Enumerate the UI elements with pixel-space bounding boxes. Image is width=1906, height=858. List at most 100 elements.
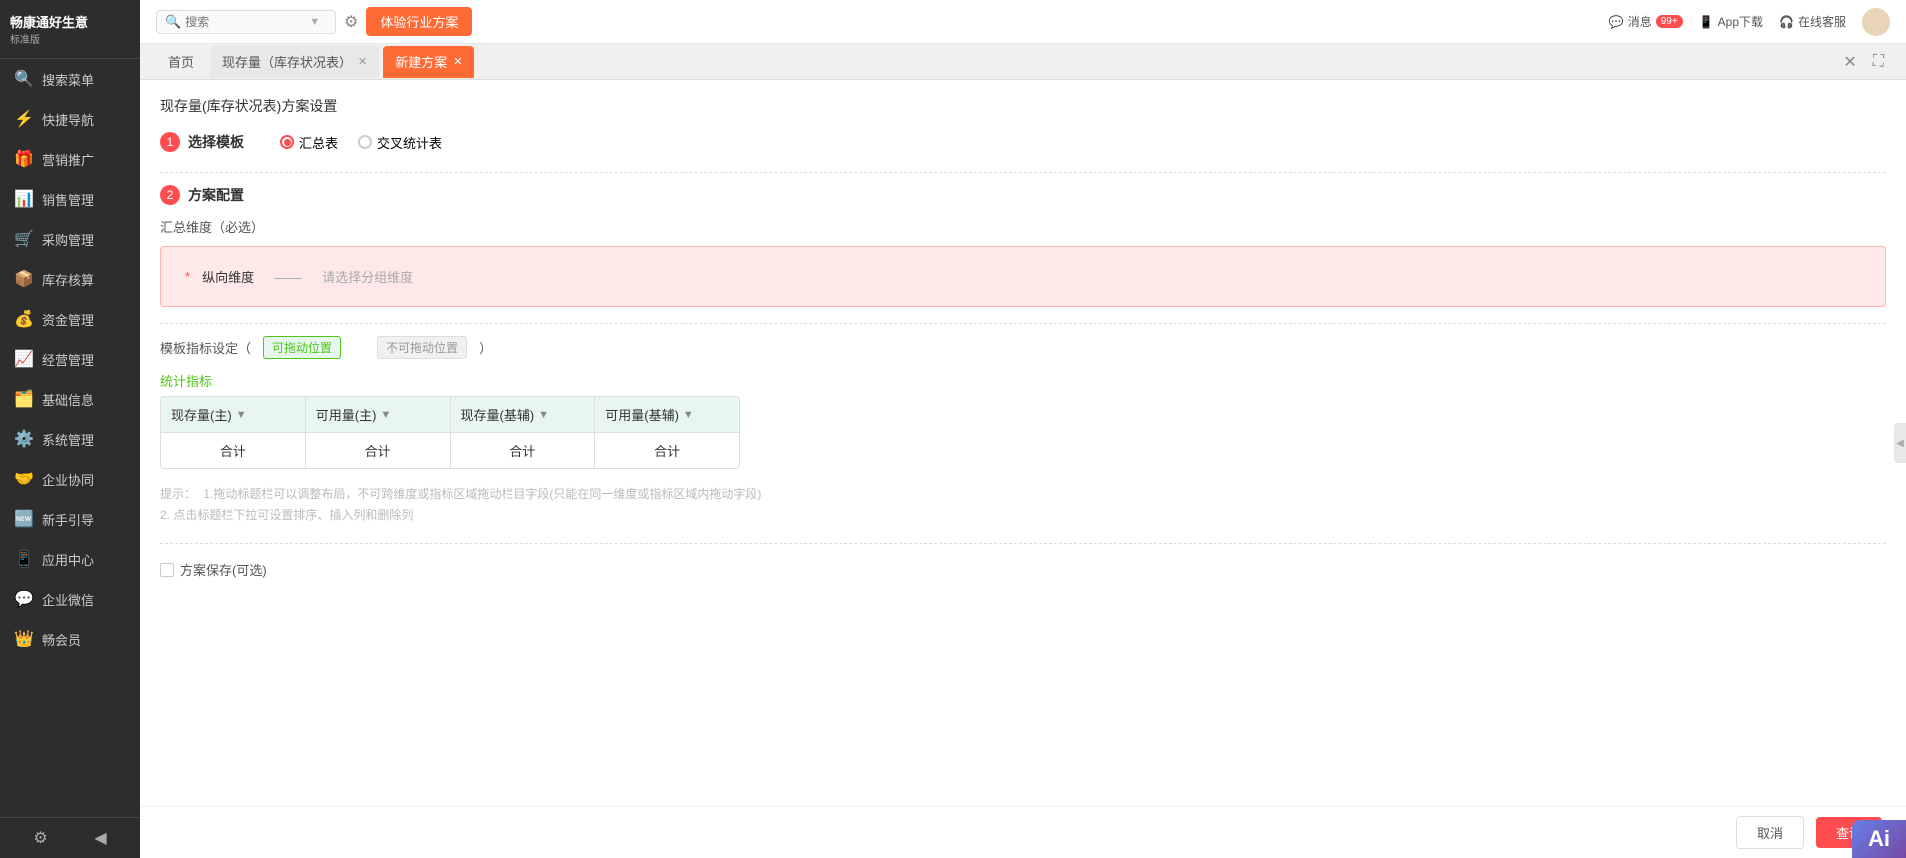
radio-summary-dot (280, 135, 294, 149)
sidebar-item-finance[interactable]: 💰 资金管理 (0, 299, 140, 339)
sidebar-item-label: 库存核算 (42, 270, 94, 289)
page-title: 现存量(库存状况表)方案设置 (160, 96, 1886, 116)
tab-bar: 首页 现存量（库存状况表） ✕ 新建方案 ✕ ✕ ⛶ (140, 44, 1906, 80)
window-expand-btn[interactable]: ⛶ (1867, 53, 1890, 71)
step1-label: 选择模板 (188, 132, 244, 152)
settings-icon[interactable]: ⚙ (344, 12, 358, 32)
sidebar-item-purchase[interactable]: 🛒 采购管理 (0, 219, 140, 259)
industry-btn[interactable]: 体验行业方案 (366, 7, 472, 36)
user-avatar[interactable] (1862, 8, 1890, 36)
radio-summary[interactable]: 汇总表 (280, 133, 338, 152)
stats-title: 统计指标 (160, 371, 1886, 390)
dimension-area[interactable]: * 纵向维度 —— 请选择分组维度 (160, 246, 1886, 307)
step1-header: 1 选择模板 汇总表 交叉统计表 (160, 132, 1886, 152)
chevron-down-icon-0[interactable]: ▼ (236, 409, 247, 421)
message-btn[interactable]: 💬 消息 99+ (1609, 13, 1683, 30)
radio-cross[interactable]: 交叉统计表 (358, 133, 442, 152)
sidebar-item-search[interactable]: 🔍 搜索菜单 (0, 59, 140, 99)
tab-new-scheme-close[interactable]: ✕ (453, 55, 462, 68)
stats-col-1[interactable]: 可用量(主) ▼ (306, 397, 451, 432)
tab-inventory-label: 现存量（库存状况表） (222, 52, 352, 71)
sidebar-search-label: 搜索菜单 (42, 70, 94, 89)
sidebar-item-operations[interactable]: 📈 经营管理 (0, 339, 140, 379)
step2-label: 方案配置 (188, 185, 244, 205)
stats-cell-2: 合计 (451, 433, 596, 468)
settings-icon[interactable]: ⚙ (33, 828, 47, 848)
dim-required-mark: * (185, 269, 190, 284)
stats-col-0-label: 现存量(主) (171, 405, 232, 424)
tab-new-scheme[interactable]: 新建方案 ✕ (383, 46, 474, 78)
sidebar-item-label: 应用中心 (42, 550, 94, 569)
sidebar-item-enterprise[interactable]: 🤝 企业协同 (0, 459, 140, 499)
tip-2-text: 2. 点击标题栏下拉可设置排序、插入列和删除列 (160, 508, 413, 522)
crown-icon: 👑 (14, 629, 34, 649)
sidebar-item-new-user[interactable]: 🆕 新手引导 (0, 499, 140, 539)
tab-home[interactable]: 首页 (156, 46, 206, 78)
chat-icon: 💬 (14, 589, 34, 609)
ai-badge[interactable]: Ai (1852, 820, 1906, 858)
stats-col-0[interactable]: 现存量(主) ▼ (161, 397, 306, 432)
headset-icon: 🎧 (1779, 15, 1794, 29)
sidebar-item-wechat[interactable]: 💬 企业微信 (0, 579, 140, 619)
footer-bar: 取消 查询 (140, 806, 1906, 858)
collapse-sidebar-icon[interactable]: ◀ (94, 828, 106, 848)
chevron-down-icon-2[interactable]: ▼ (538, 409, 549, 421)
search-icon: 🔍 (165, 14, 181, 30)
sidebar-item-sales[interactable]: 📊 销售管理 (0, 179, 140, 219)
stats-col-2[interactable]: 现存量(基辅) ▼ (451, 397, 596, 432)
sidebar-logo: 畅康通好生意 标准版 (0, 0, 140, 59)
message-label: 消息 (1628, 13, 1652, 30)
sidebar-item-label: 畅会员 (42, 630, 81, 649)
sidebar-item-sys-manage[interactable]: ⚙️ 系统管理 (0, 419, 140, 459)
window-close-btn[interactable]: ✕ (1837, 52, 1862, 72)
tip-2: 2. 点击标题栏下拉可设置排序、插入列和删除列 (160, 506, 1886, 523)
collapse-icon: ◀ (1896, 438, 1904, 449)
topbar-search-area[interactable]: 🔍 ▼ (156, 10, 336, 34)
sidebar-item-label: 快捷导航 (42, 110, 94, 129)
money-icon: 💰 (14, 309, 34, 329)
online-service-btn[interactable]: 🎧 在线客服 (1779, 13, 1846, 30)
sidebar-item-quick-nav[interactable]: ⚡ 快捷导航 (0, 99, 140, 139)
box-icon: 📦 (14, 269, 34, 289)
sidebar-item-label: 营销推广 (42, 150, 94, 169)
sidebar-item-member[interactable]: 👑 畅会员 (0, 619, 140, 659)
sidebar-item-inventory[interactable]: 📦 库存核算 (0, 259, 140, 299)
sidebar-item-app-center[interactable]: 📱 应用中心 (0, 539, 140, 579)
phone-icon: 📱 (1699, 15, 1714, 29)
stats-table-row: 合计 合计 合计 合计 (161, 432, 739, 468)
sidebar-item-label: 新手引导 (42, 510, 94, 529)
sidebar-item-base-info[interactable]: 🗂️ 基础信息 (0, 379, 140, 419)
indicator-settings-row: 模板指标设定（ 可拖动位置 不可拖动位置 ） (160, 336, 1886, 359)
sidebar-nav: 🔍 搜索菜单 ⚡ 快捷导航 🎁 营销推广 📊 销售管理 🛒 采购管理 📦 库存核… (0, 59, 140, 817)
stats-table-header: 现存量(主) ▼ 可用量(主) ▼ 现存量(基辅) ▼ (161, 397, 739, 432)
sidebar-item-marketing[interactable]: 🎁 营销推广 (0, 139, 140, 179)
stats-col-3[interactable]: 可用量(基辅) ▼ (595, 397, 739, 432)
collapse-handle[interactable]: ◀ (1894, 423, 1906, 463)
topbar-search-input[interactable] (185, 15, 305, 29)
tab-new-scheme-label: 新建方案 (395, 52, 447, 71)
indicator-setting-label: 模板指标设定（ (160, 338, 251, 357)
chevron-down-icon-3[interactable]: ▼ (683, 409, 694, 421)
step2-section: 2 方案配置 汇总维度（必选） * 纵向维度 —— 请选择分组维度 (160, 185, 1886, 523)
stats-col-1-label: 可用量(主) (316, 405, 377, 424)
topbar-right: 💬 消息 99+ 📱 App下载 🎧 在线客服 (1609, 8, 1890, 36)
divider-3 (160, 543, 1886, 544)
app-name: 畅康通好生意 (10, 12, 130, 31)
tab-inventory-close[interactable]: ✕ (358, 55, 367, 68)
sidebar-item-label: 企业微信 (42, 590, 94, 609)
content-area: 现存量(库存状况表)方案设置 1 选择模板 汇总表 交叉统计表 (140, 80, 1906, 806)
trend-icon: 📈 (14, 349, 34, 369)
chevron-down-icon-1[interactable]: ▼ (380, 409, 391, 421)
save-checkbox[interactable] (160, 563, 174, 577)
tips-section: 提示： 1.拖动标题栏可以调整布局，不可跨维度或指标区域拖动栏目字段(只能在同一… (160, 485, 1886, 523)
dim-placeholder: 请选择分组维度 (322, 267, 413, 286)
tab-home-label: 首页 (168, 52, 194, 71)
dropdown-icon[interactable]: ▼ (309, 16, 320, 28)
divider-1 (160, 172, 1886, 173)
tab-inventory[interactable]: 现存量（库存状况表） ✕ (210, 46, 379, 78)
app-download-btn[interactable]: 📱 App下载 (1699, 13, 1763, 30)
cancel-button[interactable]: 取消 (1736, 816, 1804, 849)
indicator-separator (353, 339, 365, 356)
sidebar-item-label: 采购管理 (42, 230, 94, 249)
indicator-fixed-badge: 不可拖动位置 (377, 336, 467, 359)
